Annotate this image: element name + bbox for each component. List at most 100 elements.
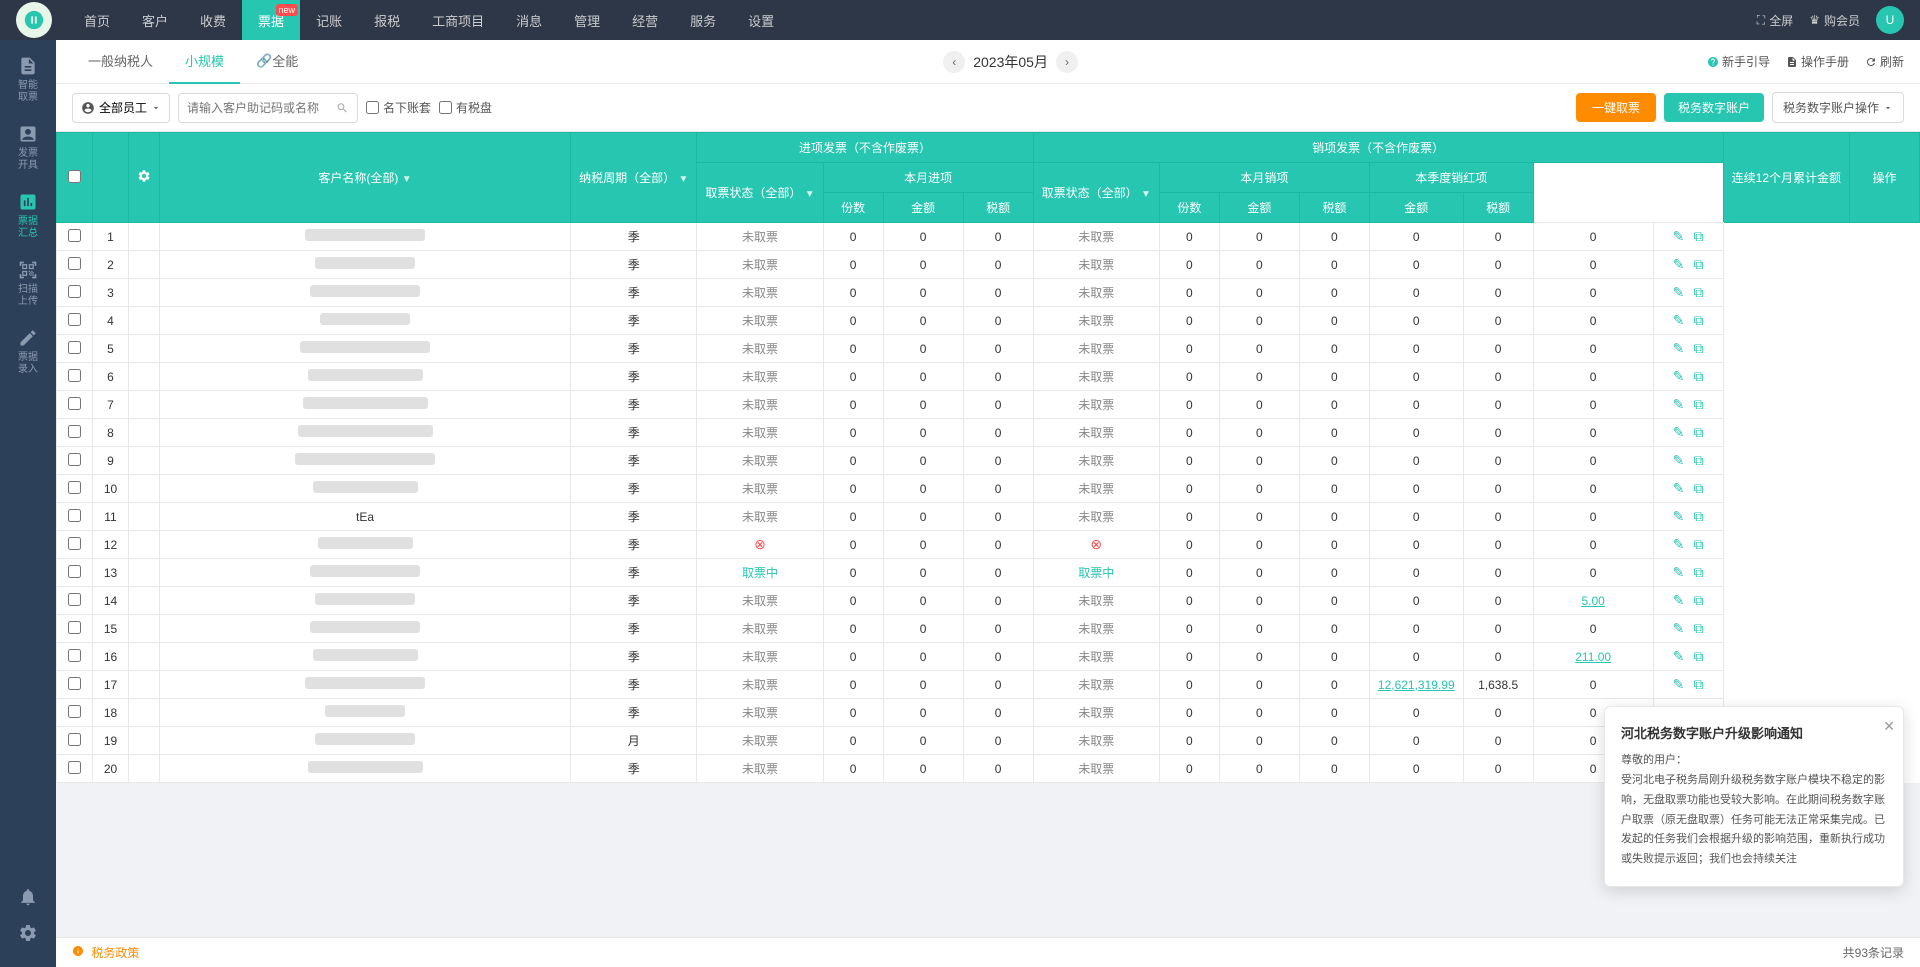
nav-invoice[interactable]: 票据 new [242,0,300,40]
row-checkbox[interactable] [68,649,81,662]
row-checkbox[interactable] [68,761,81,774]
red-amount-link[interactable]: 12,621,319.99 [1378,678,1455,692]
copy-btn[interactable]: ⧉ [1691,312,1707,329]
tab-all[interactable]: 🔗 全能 [240,40,314,84]
row-checkbox[interactable] [68,705,81,718]
nav-home[interactable]: 首页 [68,0,126,40]
nav-business[interactable]: 工商项目 [416,0,500,40]
tab-small-scale[interactable]: 小规模 [169,40,240,84]
copy-btn[interactable]: ⧉ [1691,564,1707,581]
sidebar-item-issue-invoice[interactable]: 发票开具 [0,116,56,180]
row-checkbox[interactable] [68,425,81,438]
edit-btn[interactable]: ✎ [1670,228,1688,245]
nav-tax[interactable]: 报税 [358,0,416,40]
sidebar-item-ticket-summary[interactable]: 票据汇总 [0,184,56,248]
row-checkbox[interactable] [68,257,81,270]
sidebar-item-scan-upload[interactable]: 扫描上传 [0,252,56,316]
search-input[interactable] [187,101,332,115]
sidebar-item-notification[interactable] [14,879,42,915]
copy-btn[interactable]: ⧉ [1691,592,1707,609]
copy-btn[interactable]: ⧉ [1691,284,1707,301]
nav-bookkeeping[interactable]: 记账 [300,0,358,40]
edit-btn[interactable]: ✎ [1670,648,1688,665]
copy-btn[interactable]: ⧉ [1691,340,1707,357]
fullscreen-btn[interactable]: ⛶ 全屏 [1757,12,1793,29]
row-checkbox[interactable] [68,453,81,466]
row-checkbox[interactable] [68,369,81,382]
tax-account-btn[interactable]: 税务数字账户 [1664,93,1764,122]
edit-btn[interactable]: ✎ [1670,592,1688,609]
copy-btn[interactable]: ⧉ [1691,620,1707,637]
row-checkbox[interactable] [68,593,81,606]
edit-btn[interactable]: ✎ [1670,564,1688,581]
row-checkbox[interactable] [68,509,81,522]
edit-btn[interactable]: ✎ [1670,368,1688,385]
edit-btn[interactable]: ✎ [1670,424,1688,441]
nav-client[interactable]: 客户 [126,0,184,40]
table-row: 4 季 未取票 0 0 0 未取票 0 0 0 0 0 0 ✎ ⧉ [57,307,1920,335]
row-checkbox[interactable] [68,537,81,550]
nav-operation[interactable]: 经营 [616,0,674,40]
tab-general-taxpayer[interactable]: 一般纳税人 [72,40,169,84]
row-checkbox[interactable] [68,621,81,634]
row-checkbox[interactable] [68,341,81,354]
copy-btn[interactable]: ⧉ [1691,480,1707,497]
row-checkbox[interactable] [68,677,81,690]
edit-btn[interactable]: ✎ [1670,508,1688,525]
app-logo[interactable] [16,2,52,38]
member-btn[interactable]: ♛ 购会员 [1809,12,1860,29]
notification-close-btn[interactable]: ✕ [1883,715,1895,739]
copy-btn[interactable]: ⧉ [1691,452,1707,469]
new-guide-btn[interactable]: 新手引导 [1707,53,1770,70]
sidebar-item-smart-ticket[interactable]: 智能取票 [0,48,56,112]
refresh-btn[interactable]: 刷新 [1865,53,1904,70]
tax-policy-link[interactable]: 税务政策 [72,944,139,961]
period-next-btn[interactable]: › [1056,51,1078,73]
edit-btn[interactable]: ✎ [1670,676,1688,693]
row-checkbox[interactable] [68,733,81,746]
edit-btn[interactable]: ✎ [1670,340,1688,357]
user-avatar[interactable]: U [1876,6,1904,34]
edit-btn[interactable]: ✎ [1670,452,1688,469]
tax-account-ops-btn[interactable]: 税务数字账户操作 [1772,92,1904,123]
one-click-btn[interactable]: 一键取票 [1576,93,1656,122]
copy-btn[interactable]: ⧉ [1691,396,1707,413]
nav-fee[interactable]: 收费 [184,0,242,40]
tax-disk-checkbox[interactable] [439,101,452,114]
copy-btn[interactable]: ⧉ [1691,424,1707,441]
edit-btn[interactable]: ✎ [1670,312,1688,329]
row-checkbox[interactable] [68,565,81,578]
edit-btn[interactable]: ✎ [1670,284,1688,301]
edit-btn[interactable]: ✎ [1670,480,1688,497]
manual-btn[interactable]: 操作手册 [1786,53,1849,70]
copy-btn[interactable]: ⧉ [1691,536,1707,553]
edit-btn[interactable]: ✎ [1670,256,1688,273]
copy-btn[interactable]: ⧉ [1691,228,1707,245]
select-all-checkbox[interactable] [68,170,81,183]
nav-message[interactable]: 消息 [500,0,558,40]
ledger-checkbox[interactable] [366,101,379,114]
row-checkbox[interactable] [68,397,81,410]
sidebar-item-settings[interactable] [14,915,42,951]
period-prev-btn[interactable]: ‹ [943,51,965,73]
copy-btn[interactable]: ⧉ [1691,648,1707,665]
copy-btn[interactable]: ⧉ [1691,508,1707,525]
edit-btn[interactable]: ✎ [1670,620,1688,637]
row-checkbox[interactable] [68,313,81,326]
cumulative-link[interactable]: 211.00 [1575,650,1611,664]
copy-btn[interactable]: ⧉ [1691,676,1707,693]
row-checkbox[interactable] [68,481,81,494]
cumulative-link[interactable]: 5.00 [1581,594,1604,608]
nav-manage[interactable]: 管理 [558,0,616,40]
nav-service[interactable]: 服务 [674,0,732,40]
nav-settings[interactable]: 设置 [732,0,790,40]
copy-btn[interactable]: ⧉ [1691,368,1707,385]
row-checkbox[interactable] [68,285,81,298]
row-checkbox[interactable] [68,229,81,242]
employee-select[interactable]: 全部员工 [72,93,170,123]
table-row: 1 季 未取票 0 0 0 未取票 0 0 0 0 0 0 ✎ ⧉ [57,223,1920,251]
copy-btn[interactable]: ⧉ [1691,256,1707,273]
edit-btn[interactable]: ✎ [1670,396,1688,413]
edit-btn[interactable]: ✎ [1670,536,1688,553]
sidebar-item-ticket-entry[interactable]: 票据录入 [0,320,56,384]
